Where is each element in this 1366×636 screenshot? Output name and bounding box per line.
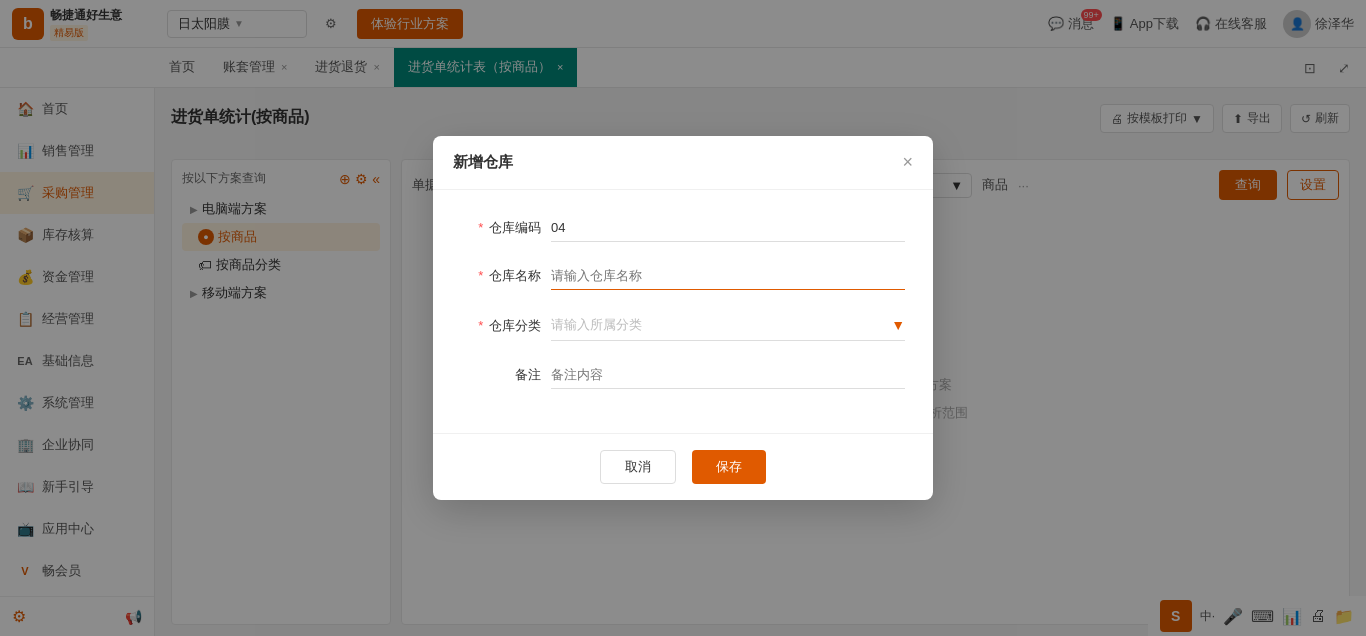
- modal-close-icon[interactable]: ×: [902, 152, 913, 173]
- form-row-name: * 仓库名称: [461, 262, 905, 290]
- category-chevron-icon: ▼: [891, 317, 905, 333]
- modal-footer: 取消 保存: [433, 433, 933, 500]
- modal-overlay: 新增仓库 × * 仓库编码 * 仓库名称: [0, 0, 1366, 636]
- modal-body: * 仓库编码 * 仓库名称 * 仓库分类 请输入: [433, 190, 933, 433]
- category-select[interactable]: 请输入所属分类 ▼: [551, 310, 905, 341]
- modal-header: 新增仓库 ×: [433, 136, 933, 190]
- remark-input[interactable]: [551, 361, 905, 389]
- category-label: * 仓库分类: [461, 317, 541, 335]
- code-label: * 仓库编码: [461, 219, 541, 237]
- save-button[interactable]: 保存: [692, 450, 766, 484]
- remark-label: 备注: [461, 366, 541, 384]
- form-row-category: * 仓库分类 请输入所属分类 ▼: [461, 310, 905, 341]
- new-warehouse-modal: 新增仓库 × * 仓库编码 * 仓库名称: [433, 136, 933, 500]
- warehouse-code-input[interactable]: [551, 214, 905, 242]
- form-row-remark: 备注: [461, 361, 905, 389]
- cancel-button[interactable]: 取消: [600, 450, 676, 484]
- warehouse-name-input[interactable]: [551, 262, 905, 290]
- modal-title: 新增仓库: [453, 153, 513, 172]
- form-row-code: * 仓库编码: [461, 214, 905, 242]
- name-label: * 仓库名称: [461, 267, 541, 285]
